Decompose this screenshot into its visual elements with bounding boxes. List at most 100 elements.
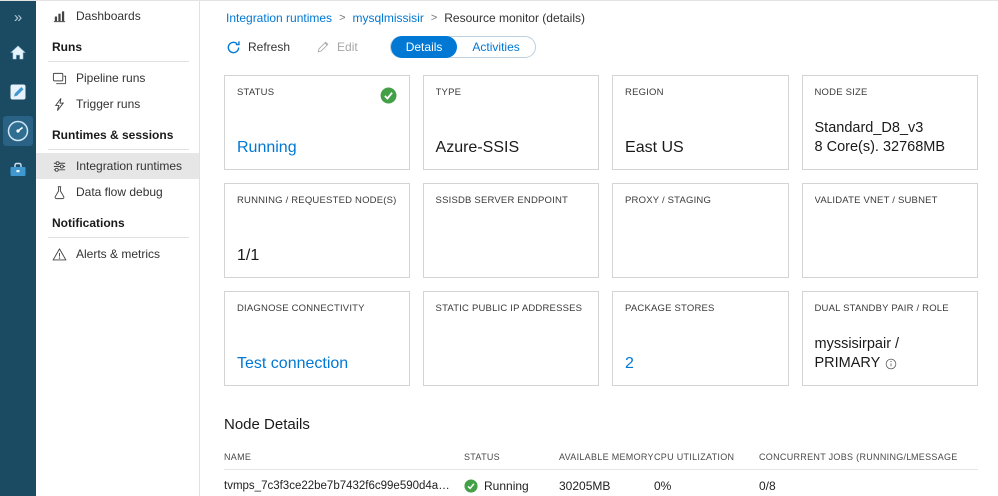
table-row[interactable]: tvmps_7c3f3ce22be7b7432f6c99e590d4a69df0… (224, 470, 978, 496)
author-button[interactable] (3, 77, 33, 107)
data-flow-debug-icon (52, 185, 67, 200)
manage-button[interactable] (3, 155, 33, 185)
sidebar-item-alerts-metrics[interactable]: Alerts & metrics (36, 241, 199, 267)
sidebar-section-notifications: Notifications (48, 212, 189, 238)
node-status-text: Running (484, 479, 529, 493)
dual-standby-value: myssisirpair / PRIMARY (815, 335, 965, 373)
pipeline-runs-icon (52, 71, 67, 86)
dashboards-icon (52, 9, 67, 24)
gauge-icon (7, 120, 29, 142)
node-details-table: NAME STATUS AVAILABLE MEMORY CPU UTILIZA… (224, 447, 978, 496)
toolbox-icon (8, 160, 28, 180)
card-ssisdb-server-endpoint: SSISDB SERVER ENDPOINT (422, 183, 600, 278)
card-dual-standby-pair: DUAL STANDBY PAIR / ROLE myssisirpair / … (801, 291, 978, 386)
column-header-status: STATUS (464, 452, 500, 462)
edit-button[interactable]: Edit (316, 40, 358, 54)
sidebar-item-pipeline-runs[interactable]: Pipeline runs (36, 65, 199, 91)
sidebar-section-runtimes-sessions: Runtimes & sessions (48, 124, 189, 150)
package-stores-link[interactable]: 2 (625, 355, 775, 373)
type-value: Azure-SSIS (435, 139, 520, 156)
card-label: STATUS (237, 87, 275, 98)
card-diagnose-connectivity: DIAGNOSE CONNECTIVITY Test connection (224, 291, 410, 386)
test-connection-link[interactable]: Test connection (237, 355, 397, 373)
column-header-available-memory: AVAILABLE MEMORY (559, 452, 654, 462)
node-name-cell: tvmps_7c3f3ce22be7b7432f6c99e590d4a69df0… (224, 480, 464, 492)
sidebar-item-label: Trigger runs (76, 97, 141, 111)
card-label: STATIC PUBLIC IP ADDRESSES (435, 303, 583, 314)
refresh-button[interactable]: Refresh (226, 40, 290, 55)
card-label: PROXY / STAGING (625, 195, 712, 206)
sidebar-item-label: Data flow debug (76, 185, 163, 199)
main-content: Integration runtimes > mysqlmissisir > R… (200, 1, 998, 496)
details-activities-toggle: Details Activities (389, 36, 536, 58)
alerts-warning-icon (52, 247, 67, 262)
node-status-cell: Running (464, 479, 559, 493)
node-size-line1: Standard_D8_v3 (814, 120, 924, 137)
card-running-requested-nodes: RUNNING / REQUESTED NODE(S) 1/1 (224, 183, 410, 278)
node-details-title: Node Details (224, 416, 310, 433)
node-status-ok-icon (464, 479, 478, 493)
trigger-runs-icon (52, 97, 67, 112)
sidebar-item-label: Dashboards (76, 9, 141, 23)
tab-details[interactable]: Details (390, 36, 458, 58)
card-static-public-ip: STATIC PUBLIC IP ADDRESSES (422, 291, 600, 386)
monitor-button[interactable] (3, 116, 33, 146)
home-button[interactable] (3, 38, 33, 68)
sidebar-item-integration-runtimes[interactable]: Integration runtimes (36, 153, 199, 179)
card-label: PACKAGE STORES (625, 303, 715, 314)
sidebar-item-label: Pipeline runs (76, 71, 146, 85)
pencil-icon (8, 82, 28, 102)
card-package-stores: PACKAGE STORES 2 (612, 291, 789, 386)
details-cards: STATUS Running TYPE Azure-SSIS REGION Ea… (224, 75, 978, 386)
breadcrumb-separator: > (339, 12, 346, 24)
card-region: REGION East US (612, 75, 789, 170)
card-label: NODE SIZE (814, 87, 868, 98)
tab-activities[interactable]: Activities (457, 36, 534, 58)
command-bar: Refresh Edit Details Activities (226, 36, 978, 58)
home-icon (8, 43, 28, 63)
breadcrumb-current-page: Resource monitor (details) (444, 11, 585, 25)
nav-rail: » (0, 1, 36, 496)
node-cpu-cell: 0% (654, 479, 672, 493)
sidebar-section-runs: Runs (48, 36, 189, 62)
sidebar-item-trigger-runs[interactable]: Trigger runs (36, 91, 199, 117)
node-jobs-cell: 0/8 (759, 479, 776, 493)
sidebar-item-data-flow-debug[interactable]: Data flow debug (36, 179, 199, 205)
card-label: DUAL STANDBY PAIR / ROLE (814, 303, 949, 314)
breadcrumb-separator: > (430, 12, 438, 24)
integration-runtimes-icon (52, 159, 67, 174)
card-label: RUNNING / REQUESTED NODE(S) (237, 195, 397, 206)
refresh-icon (226, 40, 241, 55)
card-proxy-staging: PROXY / STAGING (612, 183, 789, 278)
column-header-cpu-utilization: CPU UTILIZATION (654, 452, 735, 462)
card-node-size: NODE SIZE Standard_D8_v3 8 Core(s). 3276… (801, 75, 978, 170)
region-value: East US (625, 139, 684, 156)
status-running-link[interactable]: Running (237, 139, 397, 157)
app-window: » Dashboards Runs Pipeline runs Trigger … (0, 0, 998, 496)
edit-pencil-icon (316, 40, 330, 54)
card-status: STATUS Running (224, 75, 410, 170)
edit-label: Edit (337, 40, 358, 54)
column-header-message: MESSAGE (911, 452, 958, 462)
breadcrumb-runtime-name[interactable]: mysqlmissisir (353, 11, 424, 25)
column-header-concurrent-jobs: CONCURRENT JOBS (RUNNING/LIMIT) (759, 452, 911, 462)
sidebar-item-label: Alerts & metrics (76, 247, 161, 261)
breadcrumb-integration-runtimes[interactable]: Integration runtimes (226, 11, 332, 25)
card-label: SSISDB SERVER ENDPOINT (435, 195, 569, 206)
card-label: VALIDATE VNET / SUBNET (814, 195, 938, 206)
status-ok-icon (380, 87, 397, 104)
node-size-line2: 8 Core(s). 32768MB (814, 139, 946, 156)
dual-standby-line2: PRIMARY (814, 355, 881, 372)
node-memory-cell: 30205MB (559, 479, 611, 493)
info-icon[interactable] (885, 358, 897, 370)
card-type: TYPE Azure-SSIS (422, 75, 600, 170)
card-label: REGION (625, 87, 664, 98)
expand-sidebar-button[interactable]: » (3, 6, 33, 28)
card-label: DIAGNOSE CONNECTIVITY (237, 303, 365, 314)
nodes-value: 1/1 (237, 247, 260, 264)
sidebar-item-label: Integration runtimes (76, 159, 183, 173)
monitor-sidebar: Dashboards Runs Pipeline runs Trigger ru… (36, 1, 200, 496)
refresh-label: Refresh (248, 40, 291, 54)
card-validate-vnet-subnet: VALIDATE VNET / SUBNET (801, 183, 978, 278)
sidebar-item-dashboards[interactable]: Dashboards (36, 3, 199, 29)
